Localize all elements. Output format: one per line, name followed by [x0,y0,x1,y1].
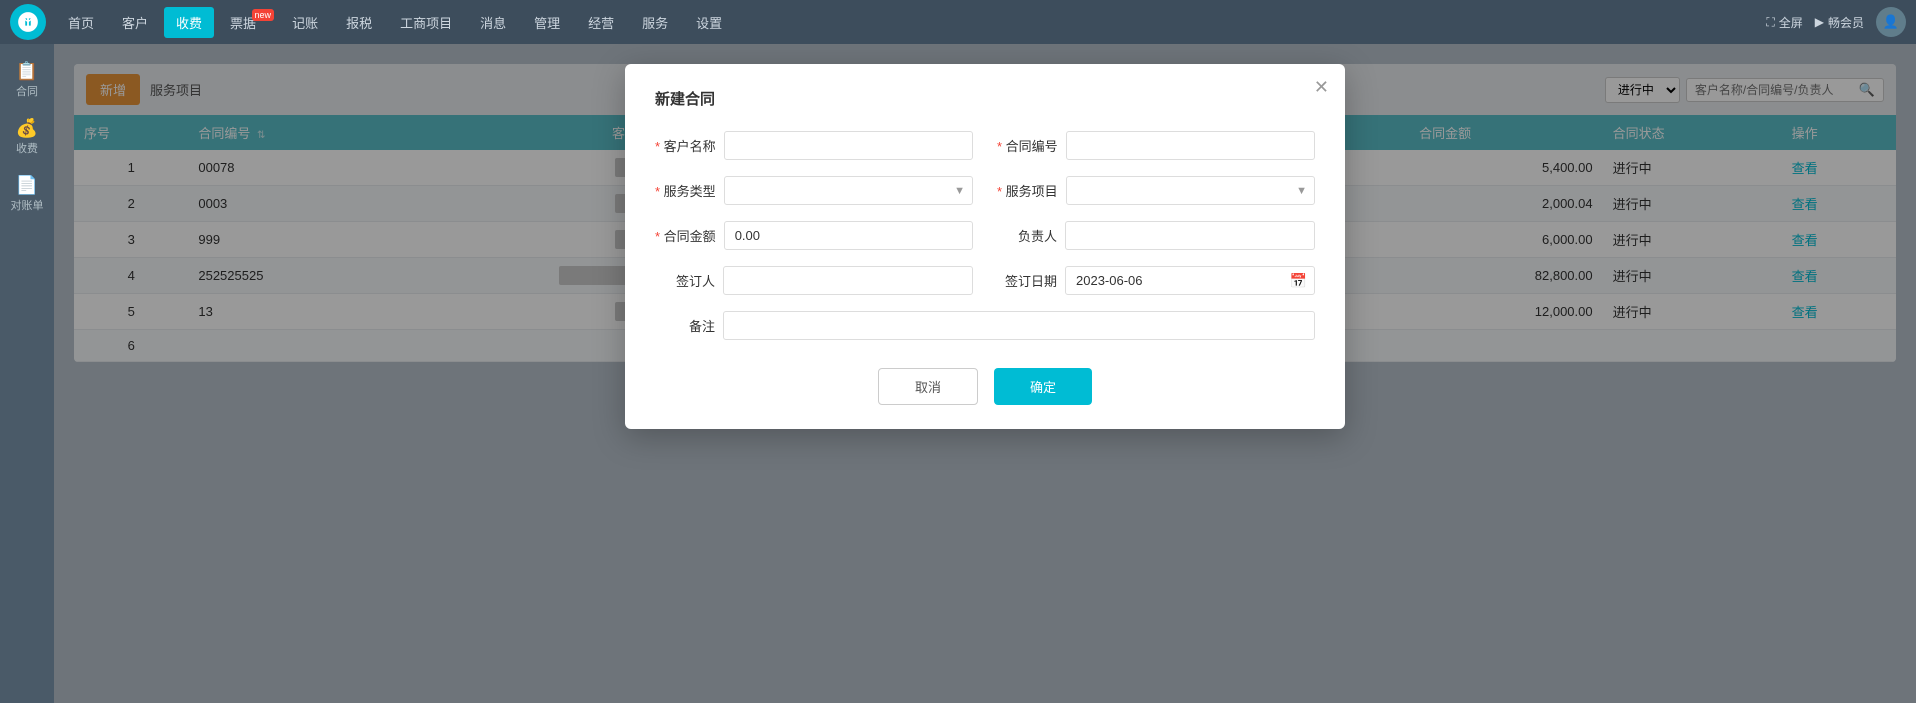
fullscreen-button[interactable]: ⛶ 全屏 [1766,14,1802,31]
form-row-contract-no: 合同编号 [997,131,1315,160]
content-area: 新增 服务项目 进行中 已完成 已取消 🔍 [54,44,1916,703]
nav-items: 首页 客户 收费 票据 new 记账 报税 工商项目 消息 管理 经营 服务 设… [56,7,1766,38]
service-type-wrapper: ▼ [724,176,973,205]
amount-input[interactable] [724,221,973,250]
sign-date-input[interactable] [1065,266,1315,295]
sidebar-item-receipts[interactable]: 💰 收费 [0,111,54,164]
modal-title: 新建合同 [655,88,1315,109]
sign-date-label: 签订日期 [997,271,1057,290]
form-row-amount: 合同金额 [655,221,973,250]
member-button[interactable]: ▶ 畅会员 [1815,14,1864,31]
nav-receipts[interactable]: 收费 [164,7,214,38]
service-type-label: 服务类型 [655,181,716,200]
form-row-signer: 签订人 [655,266,973,295]
service-item-label: 服务项目 [997,181,1058,200]
responsible-input[interactable] [1065,221,1315,250]
responsible-label: 负责人 [997,226,1057,245]
nav-tickets[interactable]: 票据 new [218,7,276,38]
nav-management[interactable]: 管理 [522,7,572,38]
receipts-icon: 💰 [16,119,38,137]
new-badge: new [252,9,275,21]
confirm-button[interactable]: 确定 [994,368,1092,405]
nav-home[interactable]: 首页 [56,7,106,38]
nav-customer[interactable]: 客户 [110,7,160,38]
form-grid: 客户名称 合同编号 服务类型 ▼ [655,131,1315,340]
signer-label: 签订人 [655,271,715,290]
modal-overlay: ✕ 新建合同 客户名称 合同编号 服务类型 [54,44,1916,703]
amount-label: 合同金额 [655,226,716,245]
service-type-select[interactable] [724,176,973,205]
contract-no-label: 合同编号 [997,136,1058,155]
service-item-select[interactable] [1066,176,1315,205]
nav-settings[interactable]: 设置 [684,7,734,38]
nav-right: ⛶ 全屏 ▶ 畅会员 👤 [1766,7,1906,37]
nav-tax[interactable]: 报税 [334,7,384,38]
nav-accounting[interactable]: 记账 [280,7,330,38]
sidebar: 📋 合同 💰 收费 📄 对账单 [0,44,54,703]
service-item-wrapper: ▼ [1066,176,1315,205]
nav-operations[interactable]: 经营 [576,7,626,38]
sign-date-wrapper: 📅 [1065,266,1315,295]
reconcile-icon: 📄 [16,176,38,194]
nav-messages[interactable]: 消息 [468,7,518,38]
nav-business[interactable]: 工商项目 [388,7,464,38]
sidebar-item-contract[interactable]: 📋 合同 [0,54,54,107]
signer-input[interactable] [723,266,973,295]
play-icon: ▶ [1815,15,1824,29]
fullscreen-icon: ⛶ [1766,15,1774,30]
form-row-customer: 客户名称 [655,131,973,160]
contract-no-input[interactable] [1066,131,1315,160]
form-row-sign-date: 签订日期 📅 [997,266,1315,295]
sidebar-item-reconcile[interactable]: 📄 对账单 [0,168,54,221]
app-logo [10,4,46,40]
contract-icon: 📋 [16,62,38,80]
form-row-notes: 备注 [655,311,1315,340]
nav-services[interactable]: 服务 [630,7,680,38]
notes-input[interactable] [723,311,1315,340]
form-row-service-type: 服务类型 ▼ [655,176,973,205]
customer-name-label: 客户名称 [655,136,716,155]
user-avatar[interactable]: 👤 [1876,7,1906,37]
form-row-service-item: 服务项目 ▼ [997,176,1315,205]
modal-footer: 取消 确定 [655,368,1315,405]
modal-close-button[interactable]: ✕ [1314,78,1329,96]
cancel-button[interactable]: 取消 [878,368,978,405]
notes-label: 备注 [655,316,715,335]
new-contract-modal: ✕ 新建合同 客户名称 合同编号 服务类型 [625,64,1345,429]
top-navigation: 首页 客户 收费 票据 new 记账 报税 工商项目 消息 管理 经营 服务 设… [0,0,1916,44]
customer-name-input[interactable] [724,131,973,160]
form-row-responsible: 负责人 [997,221,1315,250]
calendar-icon[interactable]: 📅 [1290,272,1307,289]
main-layout: 📋 合同 💰 收费 📄 对账单 新增 服务项目 进行中 已完成 已取消 [0,44,1916,703]
